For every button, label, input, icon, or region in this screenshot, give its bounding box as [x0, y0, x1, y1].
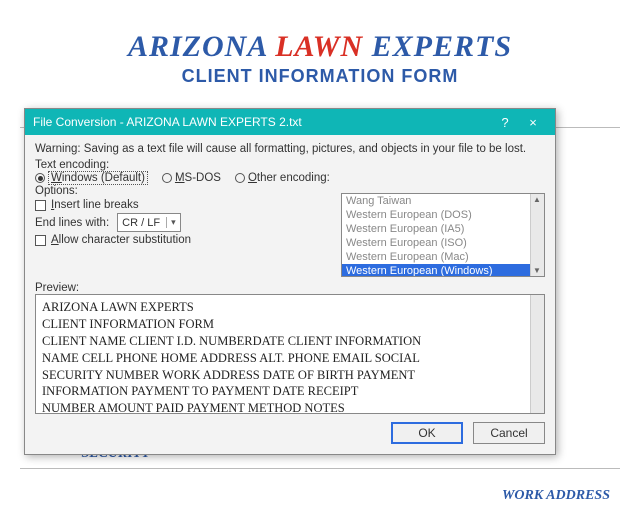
encoding-listbox[interactable]: Wang Taiwan Western European (DOS) Weste… — [341, 193, 545, 277]
encoding-radio-group: Windows (Default) MS-DOS Other encoding: — [35, 171, 545, 185]
preview-line: NUMBER AMOUNT PAID PAYMENT METHOD NOTES — [42, 400, 538, 414]
listbox-scrollbar[interactable] — [530, 194, 544, 276]
help-button[interactable]: ? — [491, 115, 519, 130]
end-lines-value: CR / LF — [122, 217, 160, 229]
doc-title: ARIZONA LAWN EXPERTS — [20, 30, 620, 64]
radio-msdos[interactable]: MS-DOS — [162, 172, 221, 184]
end-lines-with-label: End lines with: — [35, 217, 109, 229]
encoding-option[interactable]: Western European (Mac) — [342, 250, 544, 264]
title-word-lawn: LAWN — [275, 30, 363, 63]
checkbox-icon — [35, 200, 46, 211]
radio-windows-default[interactable]: Windows (Default) — [35, 171, 148, 185]
title-word-experts: EXPERTS — [363, 30, 512, 63]
encoding-option[interactable]: Wang Taiwan — [342, 194, 544, 208]
preview-line: ARIZONA LAWN EXPERTS — [42, 299, 538, 316]
dialog-title: File Conversion - ARIZONA LAWN EXPERTS 2… — [33, 115, 491, 129]
radio-icon — [235, 173, 245, 183]
encoding-option[interactable]: Western European (DOS) — [342, 208, 544, 222]
file-conversion-dialog: File Conversion - ARIZONA LAWN EXPERTS 2… — [24, 108, 556, 455]
warning-text: Warning: Saving as a text file will caus… — [35, 143, 545, 155]
preview-line: NAME CELL PHONE HOME ADDRESS ALT. PHONE … — [42, 350, 538, 367]
radio-other-encoding[interactable]: Other encoding: — [235, 172, 330, 184]
dialog-button-row: OK Cancel — [35, 422, 545, 444]
preview-line: CLIENT NAME CLIENT I.D. NUMBERDATE CLIEN… — [42, 333, 538, 350]
checkbox-icon — [35, 235, 46, 246]
preview-scrollbar[interactable] — [530, 295, 544, 413]
radio-label-windows: indows (Default) — [62, 172, 145, 184]
close-button[interactable]: × — [519, 115, 547, 130]
title-word-arizona: ARIZONA — [128, 30, 275, 63]
radio-icon — [162, 173, 172, 183]
preview-line: INFORMATION PAYMENT TO PAYMENT DATE RECE… — [42, 383, 538, 400]
dialog-titlebar[interactable]: File Conversion - ARIZONA LAWN EXPERTS 2… — [25, 109, 555, 135]
cancel-button[interactable]: Cancel — [473, 422, 545, 444]
checkbox-insert-line-breaks[interactable]: Insert line breaks — [35, 199, 139, 211]
end-lines-with-select[interactable]: CR / LF ▾ — [117, 213, 180, 232]
doc-subtitle: CLIENT INFORMATION FORM — [20, 66, 620, 87]
preview-label: Preview: — [35, 282, 545, 294]
field-label-work-address: WORK ADDRESS — [502, 488, 610, 504]
radio-icon — [35, 173, 45, 183]
preview-box[interactable]: ARIZONA LAWN EXPERTS CLIENT INFORMATION … — [35, 294, 545, 414]
preview-line: CLIENT INFORMATION FORM — [42, 316, 538, 333]
chevron-down-icon: ▾ — [166, 217, 176, 228]
encoding-option-selected[interactable]: Western European (Windows) — [342, 264, 544, 277]
ok-button[interactable]: OK — [391, 422, 463, 444]
encoding-option[interactable]: Western European (IA5) — [342, 222, 544, 236]
text-encoding-label: Text encoding: — [35, 159, 545, 171]
preview-line: SECURITY NUMBER WORK ADDRESS DATE OF BIR… — [42, 367, 538, 384]
encoding-option[interactable]: Western European (ISO) — [342, 236, 544, 250]
checkbox-allow-char-substitution[interactable]: Allow character substitution — [35, 234, 191, 246]
